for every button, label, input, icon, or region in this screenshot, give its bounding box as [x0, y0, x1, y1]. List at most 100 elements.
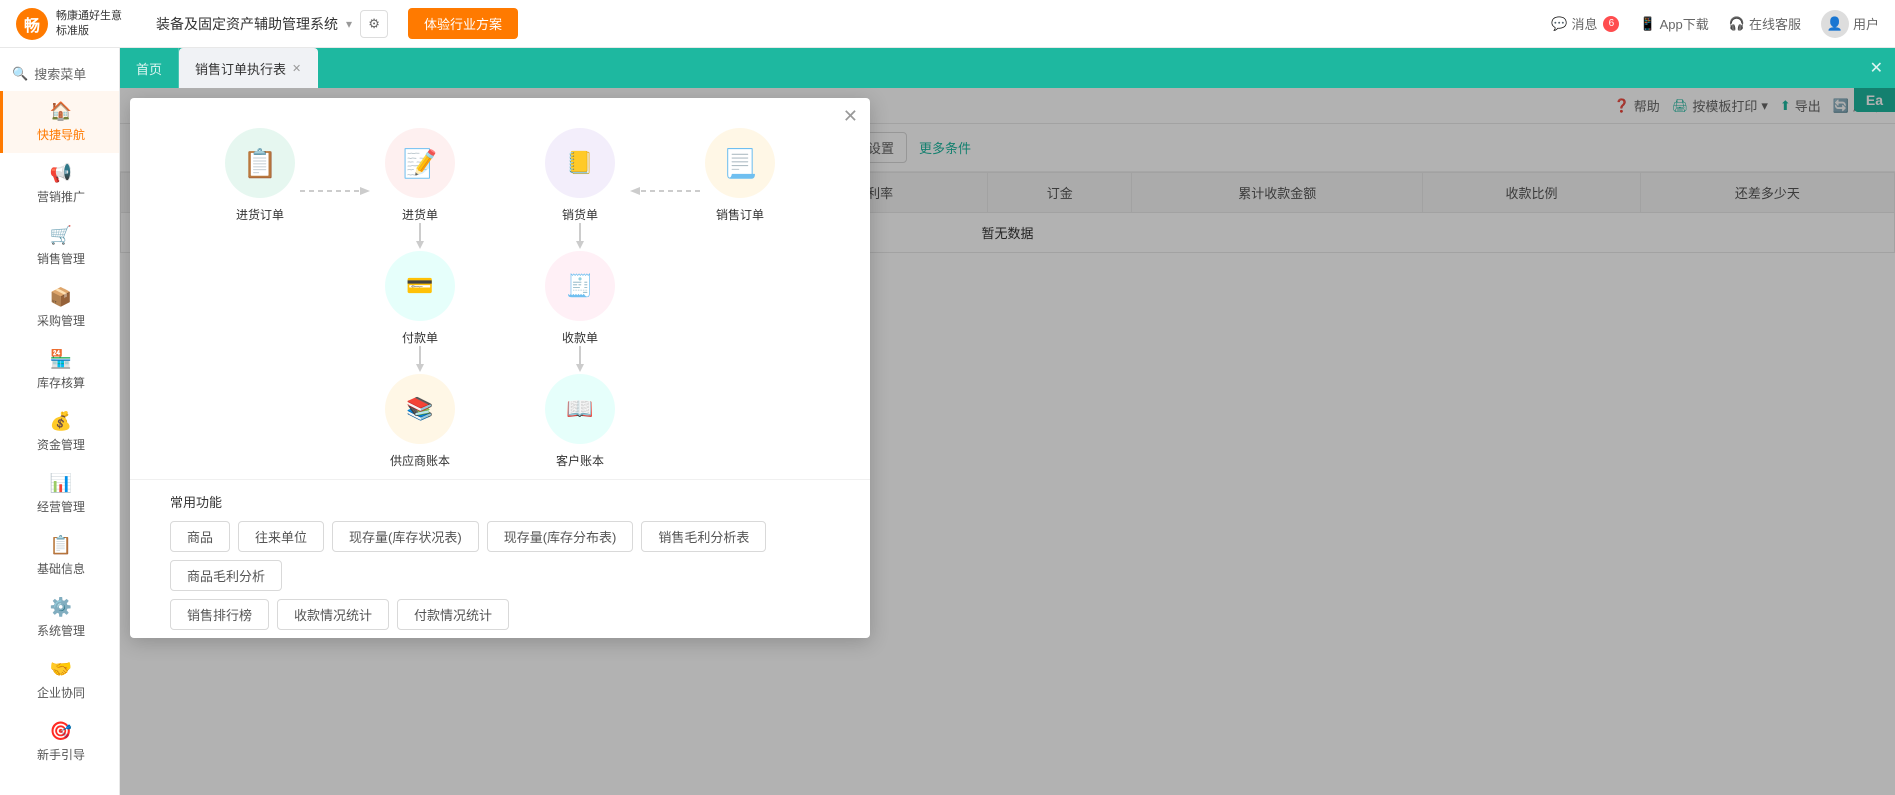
sidebar-item-quick-guide[interactable]: 🏠 快捷导航 — [0, 91, 119, 153]
flow-node-sales-slip[interactable]: 📒 销货单 — [545, 128, 615, 223]
flow-node-purchase-slip[interactable]: 📝 进货单 — [385, 128, 455, 223]
headset-icon: 🎧 — [1729, 16, 1745, 32]
close-all-tabs-button[interactable]: ✕ — [1870, 58, 1883, 78]
customer-book-icon: 📖 — [545, 374, 615, 444]
sidebar-item-inventory[interactable]: 🏪 库存核算 — [0, 339, 119, 401]
system-title-text: 装备及固定资产辅助管理系统 — [156, 14, 338, 34]
marketing-icon: 📢 — [50, 163, 72, 184]
user-menu[interactable]: 👤 用户 — [1821, 10, 1879, 38]
sidebar-item-finance[interactable]: 💰 资金管理 — [0, 401, 119, 463]
spacer-va1 — [225, 346, 295, 374]
flow-row3: 💳 付款单 🧾 收款单 — [180, 251, 820, 346]
user-avatar: 👤 — [1821, 10, 1849, 38]
func-btn-counterparty[interactable]: 往来单位 — [238, 521, 324, 552]
func-btn-product[interactable]: 商品 — [170, 521, 230, 552]
flow-node-sales-order[interactable]: 📃 销售订单 — [705, 128, 775, 223]
sidebar-item-cooperation[interactable]: 🤝 企业协同 — [0, 649, 119, 711]
tab-close-icon[interactable]: ✕ — [292, 62, 301, 75]
flow-diagram: 📋 进货订单 📝 进货单 — [130, 98, 870, 479]
app-download-button[interactable]: 📱 App下载 — [1639, 14, 1708, 33]
func-btn-inventory-status[interactable]: 现存量(库存状况表) — [332, 521, 479, 552]
logo-text: 畅康通好生意 标准版 — [56, 9, 122, 38]
logo-icon: 畅 — [16, 8, 48, 40]
system-icon: ⚙️ — [50, 597, 72, 618]
spacer-va2 — [295, 346, 385, 374]
sidebar-item-marketing[interactable]: 📢 营销推广 — [0, 153, 119, 215]
basic-icon: 📋 — [50, 535, 72, 556]
main-layout: 🔍 搜索菜单 🏠 快捷导航 📢 营销推广 🛒 销售管理 📦 采购管理 🏪 库存核… — [0, 48, 1895, 795]
tab-home[interactable]: 首页 — [120, 48, 179, 88]
sales-slip-label: 销货单 — [562, 206, 598, 223]
arrow-down-sales — [545, 223, 615, 251]
payment-label: 付款单 — [402, 329, 438, 346]
func-buttons-row2: 销售排行榜 收款情况统计 付款情况统计 — [170, 599, 830, 630]
sidebar-item-purchase[interactable]: 📦 采购管理 — [0, 277, 119, 339]
spacer-v3 — [455, 223, 545, 251]
func-btn-product-profit[interactable]: 商品毛利分析 — [170, 560, 282, 591]
quick-guide-modal: ✕ 📋 进货订单 — [130, 98, 870, 638]
func-btn-sales-rank[interactable]: 销售排行榜 — [170, 599, 269, 630]
common-functions-area: 常用功能 商品 往来单位 现存量(库存状况表) 现存量(库存分布表) 销售毛利分… — [130, 479, 870, 638]
arrow-down-payment — [385, 346, 455, 374]
receipt-icon: 🧾 — [545, 251, 615, 321]
modal-overlay: ✕ 📋 进货订单 — [120, 88, 1895, 795]
gear-button[interactable]: ⚙ — [360, 10, 388, 38]
modal-close-button[interactable]: ✕ — [843, 106, 858, 127]
purchase-icon: 📦 — [50, 287, 72, 308]
func-buttons-row1: 商品 往来单位 现存量(库存状况表) 现存量(库存分布表) 销售毛利分析表 商品… — [170, 521, 830, 591]
page-content: ❓ 帮助 🖨 按模板打印 ▾ ⬆ 导出 🔄 刷新 — [120, 88, 1895, 795]
flow-row1: 📋 进货订单 📝 进货单 — [180, 128, 820, 223]
inventory-icon: 🏪 — [50, 349, 72, 370]
spacer-va4 — [615, 346, 705, 374]
func-btn-inventory-dist[interactable]: 现存量(库存分布表) — [487, 521, 634, 552]
payment-icon: 💳 — [385, 251, 455, 321]
func-btn-receipt-stats[interactable]: 收款情况统计 — [277, 599, 389, 630]
sidebar-item-sales[interactable]: 🛒 销售管理 — [0, 215, 119, 277]
sales-order-label: 销售订单 — [716, 206, 764, 223]
sidebar-search[interactable]: 🔍 搜索菜单 — [0, 56, 119, 91]
online-service-button[interactable]: 🎧 在线客服 — [1729, 14, 1801, 33]
message-icon: 💬 — [1551, 16, 1567, 32]
purchase-order-label: 进货订单 — [236, 206, 284, 223]
sales-icon: 🛒 — [50, 225, 72, 246]
system-title-area: 装备及固定资产辅助管理系统 ▾ ⚙ 体验行业方案 — [136, 8, 1551, 39]
spacer-v5 — [705, 223, 775, 251]
common-func-title: 常用功能 — [170, 492, 830, 511]
flow-row5: 📚 供应商账本 📖 客户账本 — [180, 374, 820, 469]
flow-node-purchase-order[interactable]: 📋 进货订单 — [225, 128, 295, 223]
logo-area: 畅 畅康通好生意 标准版 — [16, 8, 136, 40]
spacer-va5 — [705, 346, 775, 374]
sidebar-item-basic[interactable]: 📋 基础信息 — [0, 525, 119, 587]
tab-bar: 首页 销售订单执行表 ✕ ✕ — [120, 48, 1895, 88]
func-btn-payment-stats[interactable]: 付款情况统计 — [397, 599, 509, 630]
tab-sales-order[interactable]: 销售订单执行表 ✕ — [179, 48, 318, 88]
flow-node-supplier-book[interactable]: 📚 供应商账本 — [385, 374, 455, 469]
newbie-icon: 🎯 — [50, 721, 72, 742]
purchase-slip-icon: 📝 — [385, 128, 455, 198]
arrow-down-receipt — [545, 346, 615, 374]
dropdown-arrow-icon[interactable]: ▾ — [346, 17, 352, 31]
func-btn-sales-profit[interactable]: 销售毛利分析表 — [641, 521, 766, 552]
spacer-v2 — [295, 223, 385, 251]
flow-node-customer-book[interactable]: 📖 客户账本 — [545, 374, 615, 469]
search-icon: 🔍 — [12, 66, 28, 82]
content-area: 首页 销售订单执行表 ✕ ✕ ❓ 帮助 🖨 按模板打印 ▾ — [120, 48, 1895, 795]
sidebar-item-newbie[interactable]: 🎯 新手引导 — [0, 711, 119, 773]
top-header: 畅 畅康通好生意 标准版 装备及固定资产辅助管理系统 ▾ ⚙ 体验行业方案 💬 … — [0, 0, 1895, 48]
flow-node-receipt[interactable]: 🧾 收款单 — [545, 251, 615, 346]
flow-row2-arrows — [180, 223, 820, 251]
message-badge: 6 — [1603, 16, 1619, 32]
spacer-va3 — [455, 346, 545, 374]
flow-node-payment[interactable]: 💳 付款单 — [385, 251, 455, 346]
sidebar-item-operation[interactable]: 📊 经营管理 — [0, 463, 119, 525]
experience-button[interactable]: 体验行业方案 — [408, 8, 518, 39]
purchase-order-icon: 📋 — [225, 128, 295, 198]
message-button[interactable]: 💬 消息 6 — [1551, 14, 1619, 33]
arrow-salesorder-to-salesslip — [615, 181, 705, 223]
phone-icon: 📱 — [1639, 16, 1655, 32]
sidebar-item-system[interactable]: ⚙️ 系统管理 — [0, 587, 119, 649]
arrow-down-purchase — [385, 223, 455, 251]
receipt-label: 收款单 — [562, 329, 598, 346]
spacer-v1 — [225, 223, 295, 251]
operation-icon: 📊 — [50, 473, 72, 494]
